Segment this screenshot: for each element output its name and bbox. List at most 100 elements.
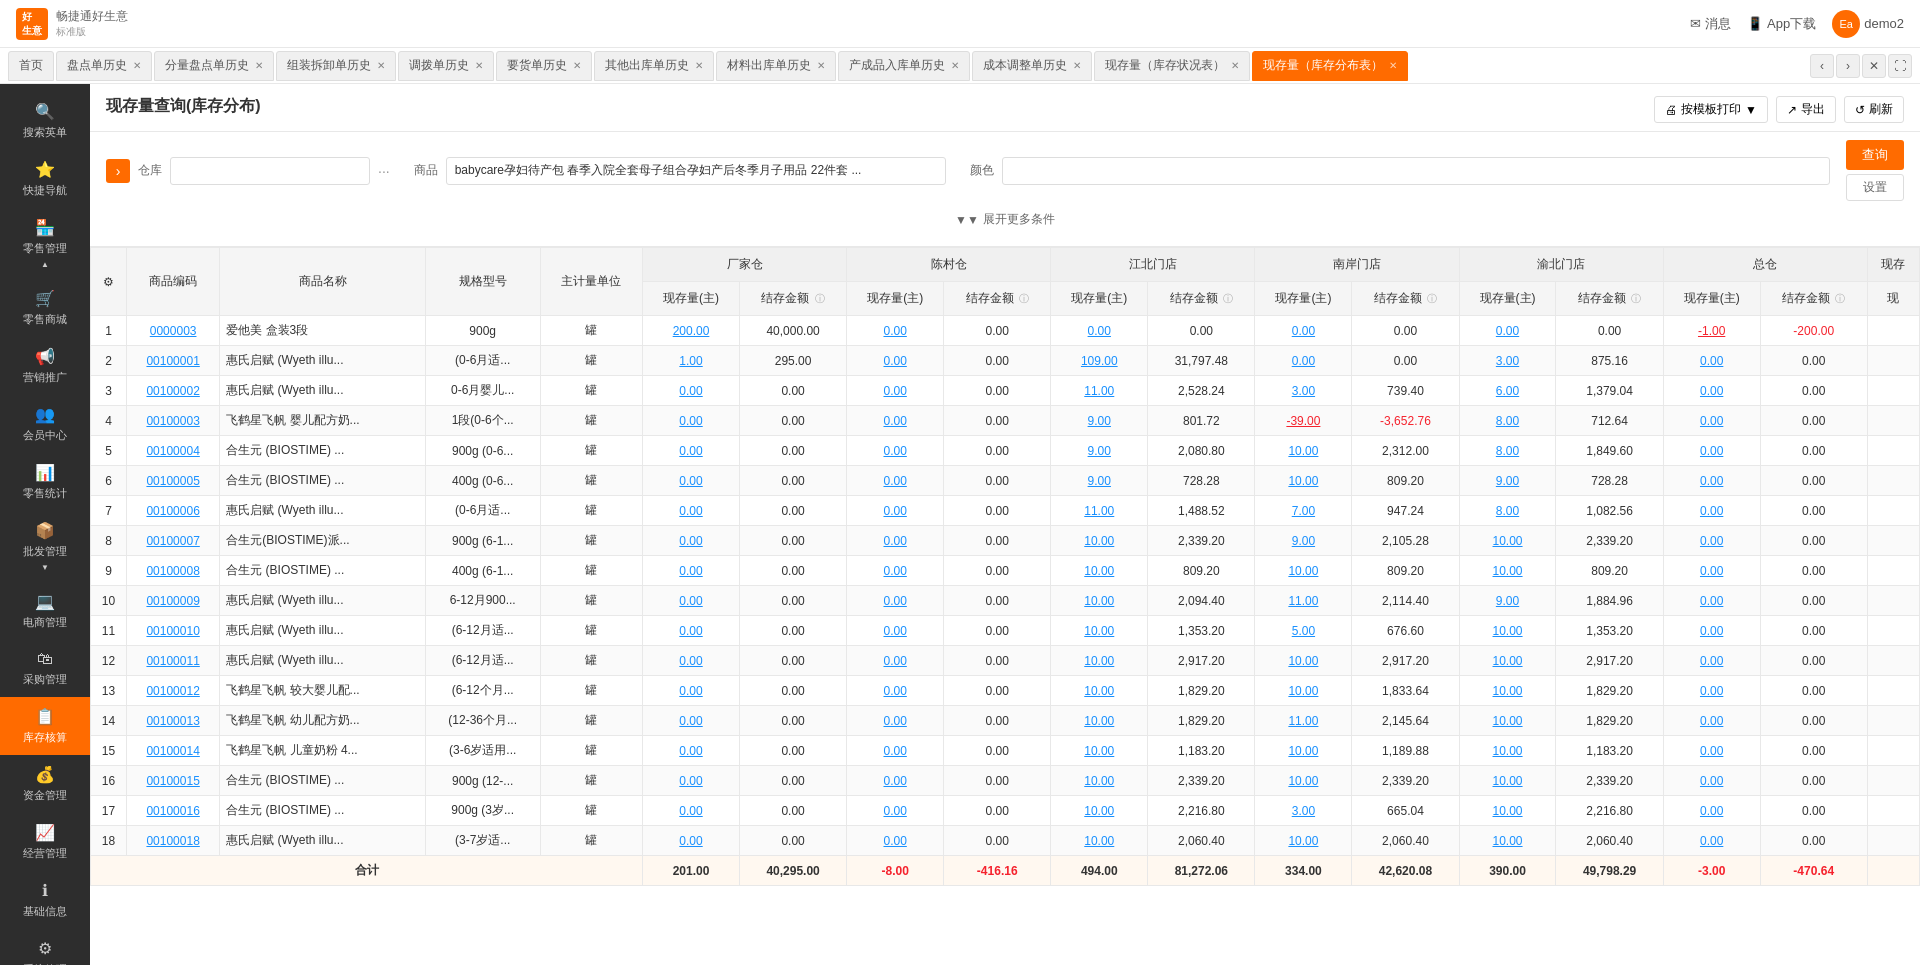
- cell-c5-qty[interactable]: 9.00: [1459, 466, 1556, 496]
- tab-close-active[interactable]: ✕: [1389, 60, 1397, 71]
- info-c5-icon[interactable]: ⓘ: [1631, 293, 1641, 304]
- cell-c5-qty[interactable]: 10.00: [1459, 736, 1556, 766]
- tab-9[interactable]: 成本调整单历史✕: [972, 51, 1092, 81]
- cell-c4-qty[interactable]: 3.00: [1255, 796, 1352, 826]
- tab-close-10[interactable]: ✕: [1231, 60, 1239, 71]
- cell-c4-qty[interactable]: 0.00: [1255, 346, 1352, 376]
- sidebar-item-members[interactable]: 👥 会员中心: [0, 395, 90, 453]
- info-c3-icon[interactable]: ⓘ: [1223, 293, 1233, 304]
- query-btn[interactable]: 查询: [1846, 140, 1904, 170]
- cell-c5-qty[interactable]: 8.00: [1459, 436, 1556, 466]
- cell-c3-qty[interactable]: 10.00: [1051, 556, 1148, 586]
- tab-2[interactable]: 分量盘点单历史✕: [154, 51, 274, 81]
- cell-c4-qty[interactable]: -39.00: [1255, 406, 1352, 436]
- export-btn[interactable]: ↗ 导出: [1776, 96, 1836, 123]
- cell-c1-qty[interactable]: 0.00: [643, 646, 740, 676]
- tab-5[interactable]: 要货单历史✕: [496, 51, 592, 81]
- cell-tot-qty[interactable]: 0.00: [1663, 586, 1760, 616]
- tab-close-2[interactable]: ✕: [255, 60, 263, 71]
- cell-code[interactable]: 00100014: [127, 736, 220, 766]
- cell-c1-qty[interactable]: 0.00: [643, 616, 740, 646]
- cell-c1-qty[interactable]: 0.00: [643, 496, 740, 526]
- cell-c2-qty[interactable]: 0.00: [847, 346, 944, 376]
- sidebar-item-operations[interactable]: 📈 经营管理: [0, 813, 90, 871]
- cell-code[interactable]: 00100003: [127, 406, 220, 436]
- tab-7[interactable]: 材料出库单历史✕: [716, 51, 836, 81]
- tab-close-3[interactable]: ✕: [377, 60, 385, 71]
- cell-c5-qty[interactable]: 0.00: [1459, 316, 1556, 346]
- cell-c5-qty[interactable]: 10.00: [1459, 676, 1556, 706]
- sidebar-item-purchase[interactable]: 🛍 采购管理: [0, 640, 90, 697]
- cell-code[interactable]: 00100016: [127, 796, 220, 826]
- cell-c4-qty[interactable]: 10.00: [1255, 556, 1352, 586]
- sidebar-item-retail-stats[interactable]: 📊 零售统计: [0, 453, 90, 511]
- cell-c5-qty[interactable]: 10.00: [1459, 526, 1556, 556]
- cell-tot-qty[interactable]: 0.00: [1663, 616, 1760, 646]
- info-c4-icon[interactable]: ⓘ: [1427, 293, 1437, 304]
- warehouse-input[interactable]: [170, 157, 370, 185]
- cell-tot-qty[interactable]: 0.00: [1663, 676, 1760, 706]
- cell-c1-qty[interactable]: 0.00: [643, 586, 740, 616]
- cell-code[interactable]: 00100001: [127, 346, 220, 376]
- th-settings[interactable]: ⚙: [91, 248, 127, 316]
- tab-active[interactable]: 现存量（库存分布表）✕: [1252, 51, 1408, 81]
- cell-c1-qty[interactable]: 0.00: [643, 826, 740, 856]
- sidebar-item-system[interactable]: ⚙ 系统管理: [0, 929, 90, 965]
- cell-c5-qty[interactable]: 10.00: [1459, 556, 1556, 586]
- cell-c3-qty[interactable]: 10.00: [1051, 616, 1148, 646]
- cell-c3-qty[interactable]: 10.00: [1051, 766, 1148, 796]
- cell-c2-qty[interactable]: 0.00: [847, 316, 944, 346]
- cell-c4-qty[interactable]: 10.00: [1255, 826, 1352, 856]
- print-btn[interactable]: 🖨 按模板打印 ▼: [1654, 96, 1768, 123]
- cell-c2-qty[interactable]: 0.00: [847, 376, 944, 406]
- cell-c2-qty[interactable]: 0.00: [847, 586, 944, 616]
- cell-c3-qty[interactable]: 10.00: [1051, 736, 1148, 766]
- table-container[interactable]: ⚙ 商品编码 商品名称 规格型号 主计量单位 厂家仓 陈村仓 江北门店 南岸门店…: [90, 247, 1920, 965]
- cell-code[interactable]: 00100009: [127, 586, 220, 616]
- cell-c3-qty[interactable]: 9.00: [1051, 406, 1148, 436]
- color-input[interactable]: [1002, 157, 1830, 185]
- cell-c3-qty[interactable]: 9.00: [1051, 466, 1148, 496]
- cell-c5-qty[interactable]: 3.00: [1459, 346, 1556, 376]
- warehouse-dots[interactable]: ···: [378, 163, 390, 179]
- sidebar-item-search[interactable]: 🔍 搜索英单: [0, 92, 90, 150]
- cell-c5-qty[interactable]: 8.00: [1459, 496, 1556, 526]
- tab-fullscreen-btn[interactable]: ⛶: [1888, 54, 1912, 78]
- cell-c3-qty[interactable]: 11.00: [1051, 376, 1148, 406]
- cell-code[interactable]: 00100004: [127, 436, 220, 466]
- cell-code[interactable]: 00100013: [127, 706, 220, 736]
- sidebar-item-retail-mall[interactable]: 🛒 零售商城: [0, 279, 90, 337]
- expand-conditions-btn[interactable]: ▼▼ 展开更多条件: [955, 207, 1055, 232]
- cell-code[interactable]: 00100010: [127, 616, 220, 646]
- cell-c1-qty[interactable]: 0.00: [643, 796, 740, 826]
- cell-c2-qty[interactable]: 0.00: [847, 766, 944, 796]
- sidebar-item-marketing[interactable]: 📢 营销推广: [0, 337, 90, 395]
- info-c1-icon[interactable]: ⓘ: [815, 293, 825, 304]
- cell-tot-qty[interactable]: 0.00: [1663, 466, 1760, 496]
- sidebar-item-ecommerce[interactable]: 💻 电商管理: [0, 582, 90, 640]
- cell-c3-qty[interactable]: 10.00: [1051, 826, 1148, 856]
- tab-close-5[interactable]: ✕: [573, 60, 581, 71]
- cell-c2-qty[interactable]: 0.00: [847, 406, 944, 436]
- tab-close-all-btn[interactable]: ✕: [1862, 54, 1886, 78]
- cell-c4-qty[interactable]: 0.00: [1255, 316, 1352, 346]
- cell-c4-qty[interactable]: 10.00: [1255, 466, 1352, 496]
- cell-c1-qty[interactable]: 0.00: [643, 676, 740, 706]
- cell-tot-qty[interactable]: 0.00: [1663, 526, 1760, 556]
- cell-c5-qty[interactable]: 10.00: [1459, 646, 1556, 676]
- tab-close-1[interactable]: ✕: [133, 60, 141, 71]
- cell-code[interactable]: 00100012: [127, 676, 220, 706]
- cell-tot-qty[interactable]: -1.00: [1663, 316, 1760, 346]
- cell-c3-qty[interactable]: 10.00: [1051, 586, 1148, 616]
- cell-tot-qty[interactable]: 0.00: [1663, 766, 1760, 796]
- cell-c4-qty[interactable]: 10.00: [1255, 736, 1352, 766]
- cell-c3-qty[interactable]: 9.00: [1051, 436, 1148, 466]
- tab-6[interactable]: 其他出库单历史✕: [594, 51, 714, 81]
- cell-c5-qty[interactable]: 9.00: [1459, 586, 1556, 616]
- cell-code[interactable]: 0000003: [127, 316, 220, 346]
- cell-tot-qty[interactable]: 0.00: [1663, 826, 1760, 856]
- cell-c3-qty[interactable]: 10.00: [1051, 796, 1148, 826]
- cell-c5-qty[interactable]: 8.00: [1459, 406, 1556, 436]
- collapse-btn[interactable]: ›: [106, 159, 130, 183]
- tab-close-7[interactable]: ✕: [817, 60, 825, 71]
